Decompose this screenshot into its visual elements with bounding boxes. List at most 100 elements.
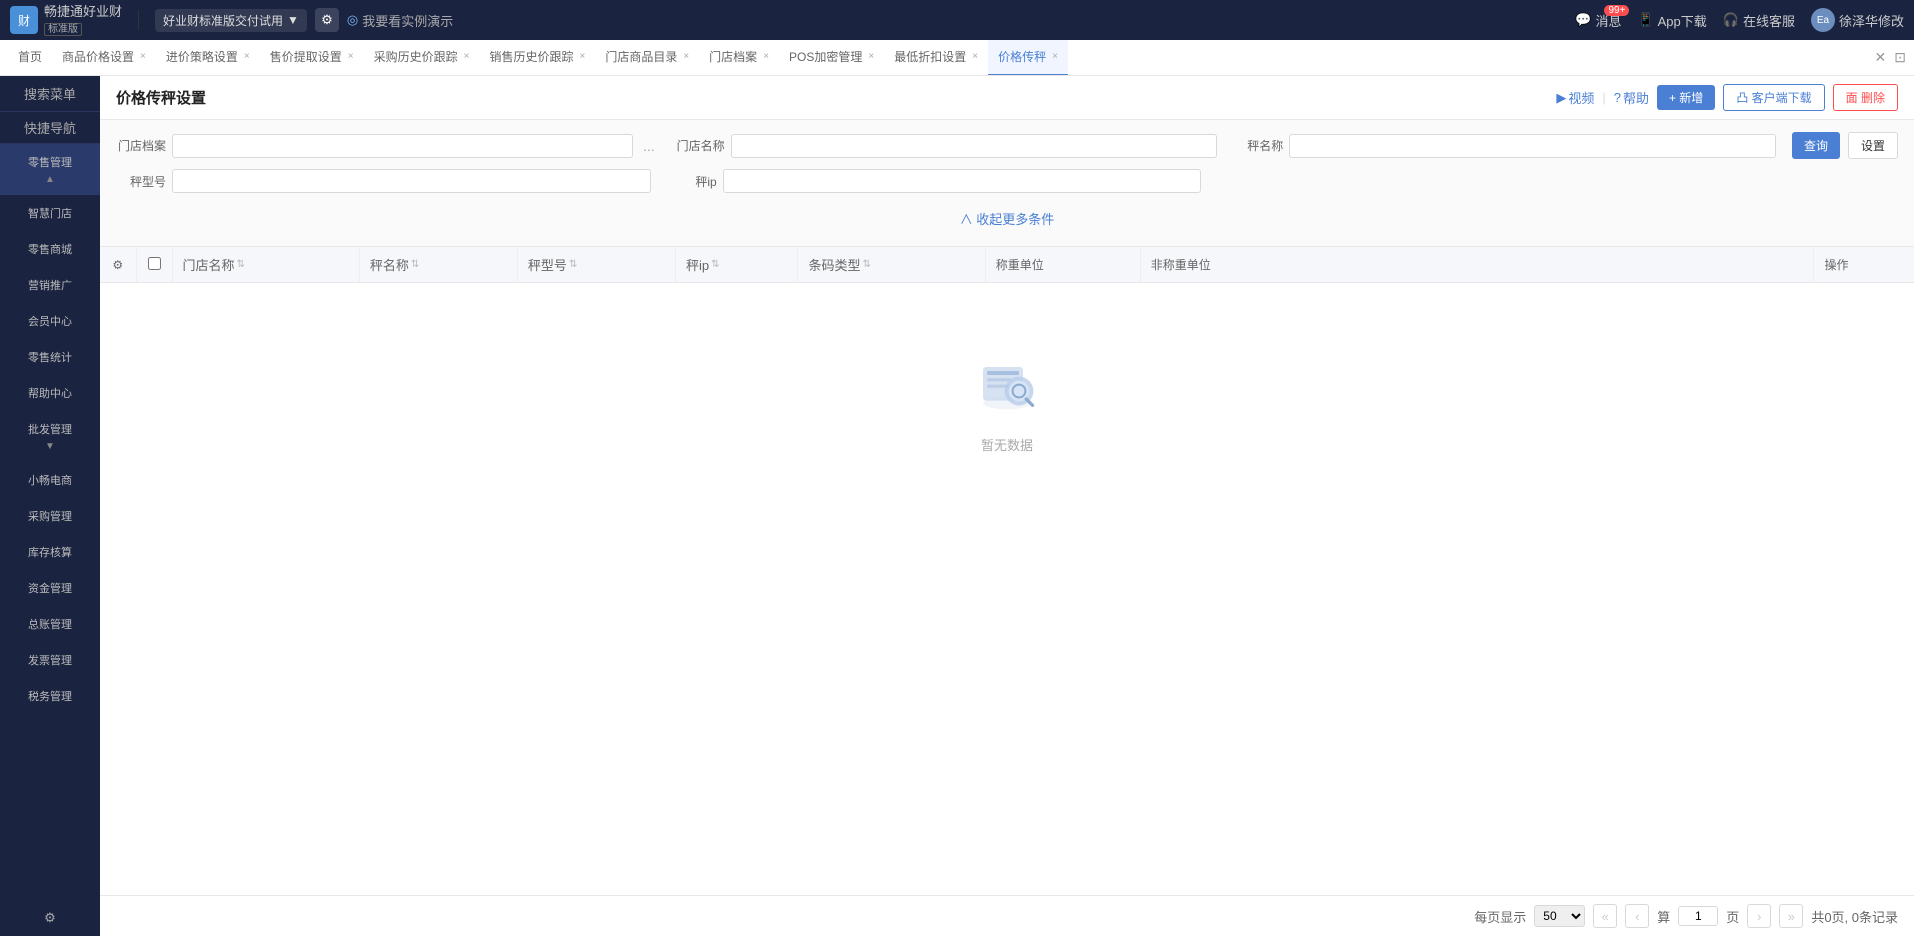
download-button[interactable]: 凸 客户端下载 [1723, 84, 1824, 111]
scale-ip-input[interactable] [723, 169, 1202, 193]
empty-icon [967, 343, 1047, 423]
filter-store-name: 门店名称 [675, 134, 1218, 158]
store-name-input[interactable] [731, 134, 1218, 158]
next-page-button[interactable]: › [1747, 904, 1771, 928]
scale-ip-label: 秤ip [667, 173, 717, 190]
page-label: 算 [1657, 907, 1670, 926]
online-service-button[interactable]: 🎧 在线客服 [1723, 11, 1795, 30]
data-table: ⚙ 门店名称⇅ 秤名称⇅ 秤型号⇅ 秤ip⇅ 条码类型⇅ 称重单位 非称重单位 … [100, 247, 1914, 514]
sidebar-settings-button[interactable]: ⚙ [0, 900, 100, 936]
empty-row: 暂无数据 [100, 283, 1914, 515]
close-tab-price-scale[interactable]: × [1052, 51, 1058, 62]
sidebar-item-retail-mall[interactable]: 零售商城 [0, 231, 100, 267]
toolbar-right: ▶ 视频 | ? 帮助 + 新增 凸 客户端下载 面 删除 [1556, 84, 1898, 111]
add-button[interactable]: + 新增 [1657, 85, 1715, 110]
store-file-label: 门店档案 [116, 137, 166, 154]
tab-sale-price[interactable]: 售价提取设置 × [260, 40, 364, 76]
sidebar-item-general-ledger[interactable]: 总账管理 [0, 606, 100, 642]
help-icon: ? [1614, 90, 1621, 105]
close-tab-pos-manage[interactable]: × [868, 51, 874, 62]
sidebar-quick-nav[interactable]: 快捷导航 [0, 112, 100, 144]
pagination-bar: 每页显示 50 10 20 100 « ‹ 算 页 › » 共0页, 0条记录 [100, 895, 1914, 936]
video-link[interactable]: ▶ 视频 [1556, 88, 1594, 107]
prev-page-button[interactable]: ‹ [1625, 904, 1649, 928]
maximize-button[interactable]: ⊡ [1894, 49, 1906, 66]
help-link[interactable]: ? 帮助 [1614, 88, 1649, 107]
store-file-more-button[interactable]: ... [639, 138, 659, 154]
close-tab-purchase-strategy[interactable]: × [244, 51, 250, 62]
filter-scale-name: 秤名称 [1233, 134, 1776, 158]
sidebar-item-wholesale[interactable]: 批发管理 ▼ [0, 411, 100, 462]
tab-price-scale[interactable]: 价格传秤 × [988, 40, 1068, 76]
first-page-button[interactable]: « [1593, 904, 1617, 928]
tab-sale-history[interactable]: 销售历史价跟踪 × [479, 40, 595, 76]
close-tab-store-file[interactable]: × [763, 51, 769, 62]
th-settings[interactable]: ⚙ [100, 247, 136, 283]
page-size-select[interactable]: 50 10 20 100 [1534, 905, 1585, 927]
scale-model-input[interactable] [172, 169, 651, 193]
tab-pos-manage[interactable]: POS加密管理 × [779, 40, 884, 76]
tab-store-catalog[interactable]: 门店商品目录 × [595, 40, 699, 76]
tab-store-file[interactable]: 门店档案 × [699, 40, 779, 76]
page-size-label: 每页显示 [1474, 907, 1526, 926]
settings-icon[interactable]: ⚙ [315, 8, 339, 32]
sidebar-item-xchang-ecom[interactable]: 小畅电商 [0, 462, 100, 498]
th-store-name[interactable]: 门店名称⇅ [172, 247, 359, 283]
avatar: Ea [1811, 8, 1835, 32]
sidebar-item-help-center[interactable]: 帮助中心 [0, 375, 100, 411]
messages-button[interactable]: 💬 消息 99+ [1575, 11, 1621, 30]
close-tab-purchase-history[interactable]: × [464, 51, 470, 62]
tab-purchase-strategy[interactable]: 进价策略设置 × [156, 40, 260, 76]
user-info[interactable]: Ea 徐泽华修改 [1811, 8, 1904, 32]
collapse-button[interactable]: ∧ 收起更多条件 [116, 203, 1898, 234]
sidebar-item-inventory[interactable]: 库存核算 [0, 534, 100, 570]
close-tab-store-catalog[interactable]: × [683, 51, 689, 62]
close-tab-sale-price[interactable]: × [348, 51, 354, 62]
th-barcode-type[interactable]: 条码类型⇅ [798, 247, 985, 283]
sidebar-item-invoice[interactable]: 发票管理 [0, 642, 100, 678]
sort-barcode-type-icon: ⇅ [862, 259, 870, 270]
sort-store-name-icon: ⇅ [237, 259, 245, 270]
tab-min-discount[interactable]: 最低折扣设置 × [884, 40, 988, 76]
th-scale-name[interactable]: 秤名称⇅ [359, 247, 517, 283]
total-info: 共0页, 0条记录 [1811, 907, 1898, 926]
close-tab-sale-history[interactable]: × [579, 51, 585, 62]
app-logo-text: 畅捷通好业财 标准版 [44, 4, 122, 36]
last-page-button[interactable]: » [1779, 904, 1803, 928]
demo-button[interactable]: ◎ 我要看实例演示 [347, 11, 453, 30]
th-scale-ip[interactable]: 秤ip⇅ [676, 247, 798, 283]
tab-price-setting[interactable]: 商品价格设置 × [52, 40, 156, 76]
main-layout: 搜索菜单 快捷导航 零售管理 ▲ 智慧门店 零售商城 营销推广 会员中心 零售统… [0, 76, 1914, 936]
delete-button[interactable]: 面 删除 [1833, 84, 1898, 111]
header-left: 财 畅捷通好业财 标准版 好业财标准版交付试用 ▼ ⚙ ◎ 我要看实例演示 [10, 4, 453, 36]
close-tab-price-setting[interactable]: × [140, 51, 146, 62]
sidebar-item-smart-store[interactable]: 智慧门店 [0, 195, 100, 231]
sidebar-search[interactable]: 搜索菜单 [0, 76, 100, 112]
query-button[interactable]: 查询 [1792, 132, 1840, 159]
select-all-checkbox[interactable] [148, 257, 161, 270]
page-input[interactable] [1678, 906, 1718, 926]
sidebar-item-purchase[interactable]: 采购管理 [0, 498, 100, 534]
sidebar-item-member[interactable]: 会员中心 [0, 303, 100, 339]
set-button[interactable]: 设置 [1848, 132, 1898, 159]
sidebar-item-retail-stats[interactable]: 零售统计 [0, 339, 100, 375]
tab-purchase-history[interactable]: 采购历史价跟踪 × [364, 40, 480, 76]
tab-home[interactable]: 首页 [8, 40, 52, 76]
th-scale-model[interactable]: 秤型号⇅ [517, 247, 675, 283]
version-selector[interactable]: 好业财标准版交付试用 ▼ [155, 9, 307, 32]
sidebar-item-finance[interactable]: 资金管理 [0, 570, 100, 606]
header-right: 💬 消息 99+ 📱 App下载 🎧 在线客服 Ea 徐泽华修改 [1575, 8, 1904, 32]
app-logo: 财 畅捷通好业财 标准版 [10, 4, 122, 36]
sidebar-item-retail[interactable]: 零售管理 ▲ [0, 144, 100, 195]
tab-bar: 首页 商品价格设置 × 进价策略设置 × 售价提取设置 × 采购历史价跟踪 × … [0, 40, 1914, 76]
sidebar-item-marketing[interactable]: 营销推广 [0, 267, 100, 303]
store-name-label: 门店名称 [675, 137, 725, 154]
close-all-tabs-button[interactable]: ✕ [1875, 49, 1887, 66]
sidebar-item-tax[interactable]: 税务管理 [0, 678, 100, 714]
sort-scale-ip-icon: ⇅ [711, 259, 719, 270]
scale-name-input[interactable] [1289, 134, 1776, 158]
close-tab-min-discount[interactable]: × [972, 51, 978, 62]
table-body: 暂无数据 [100, 283, 1914, 515]
store-file-input[interactable] [172, 134, 633, 158]
app-download-button[interactable]: 📱 App下载 [1637, 11, 1706, 30]
